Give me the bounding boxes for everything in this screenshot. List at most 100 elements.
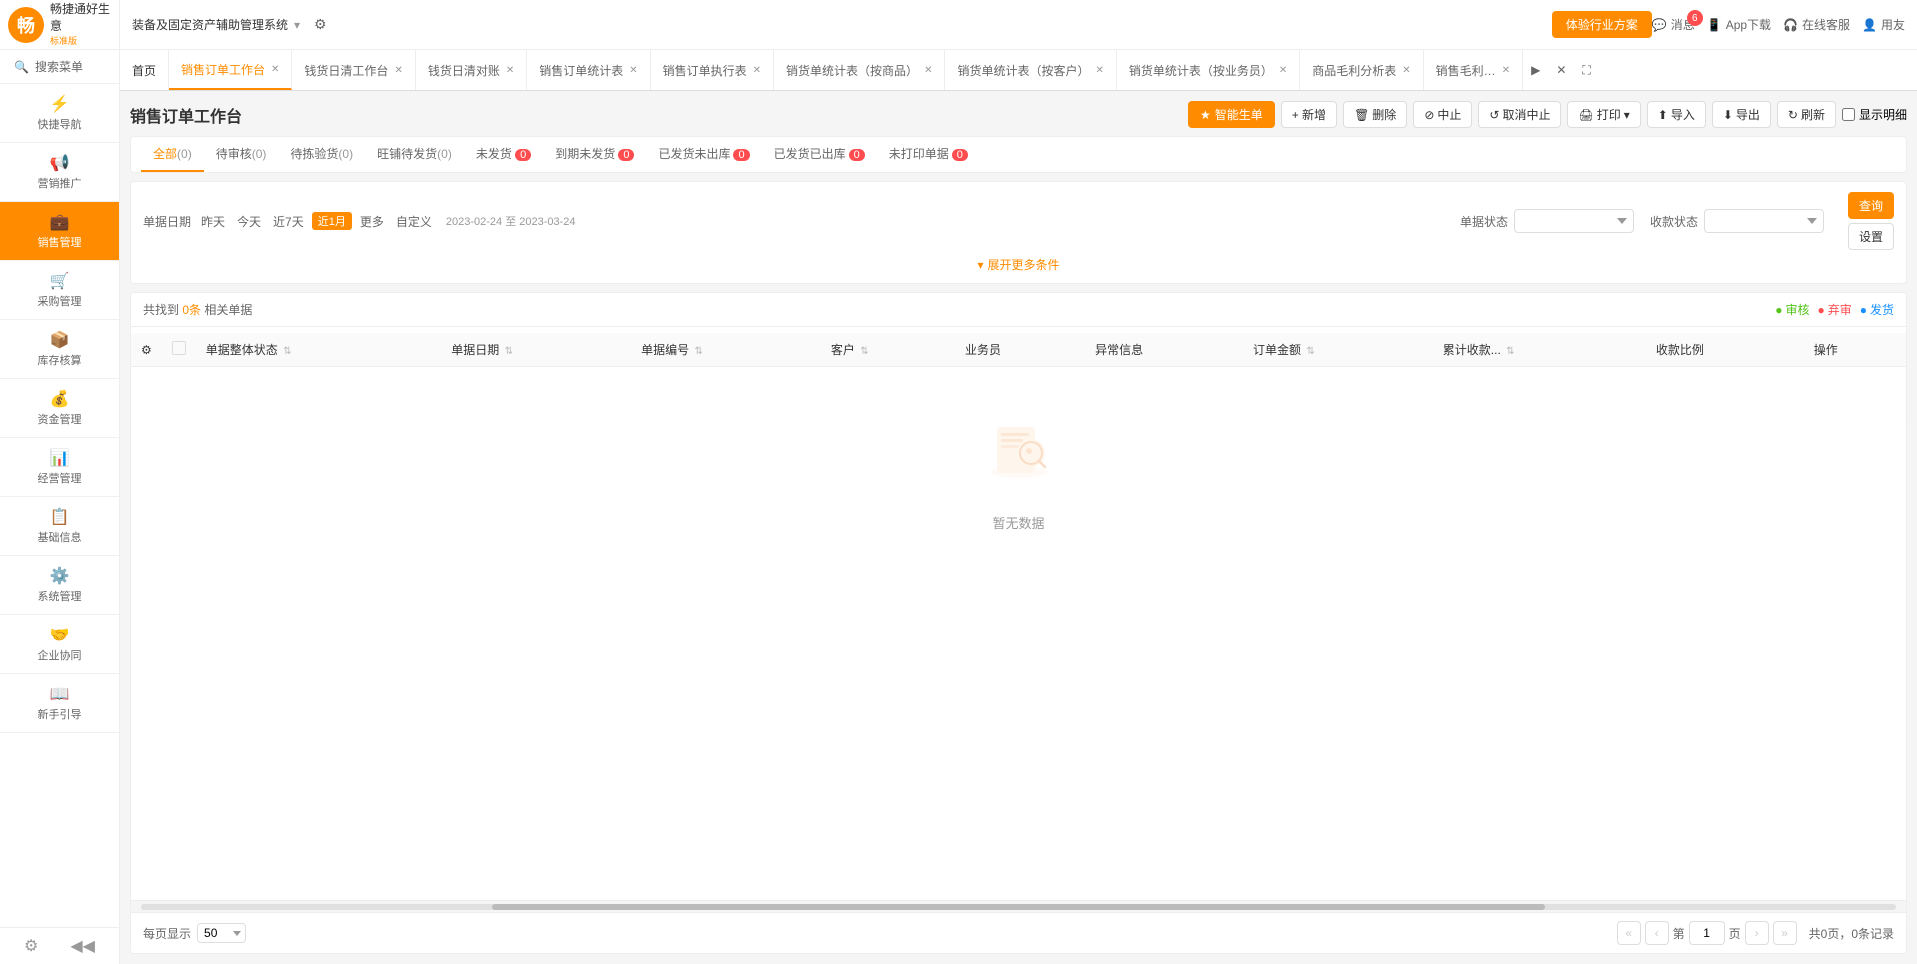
app-download-item[interactable]: 📱 App下载 — [1707, 16, 1771, 33]
show-detail-label[interactable]: 显示明细 — [1842, 106, 1907, 123]
tab-sales-staff-stats[interactable]: 销货单统计表（按业务员） ✕ — [1117, 50, 1300, 90]
batch-audit-button[interactable]: ● 审核 — [1775, 301, 1809, 318]
sub-tab-shipped-not-out[interactable]: 已发货未出库0 — [646, 137, 761, 172]
horizontal-scrollbar[interactable] — [130, 900, 1907, 912]
print-button[interactable]: 🖨 打印 ▾ — [1567, 101, 1640, 128]
select-all-checkbox[interactable] — [172, 341, 186, 355]
close-tab-icon[interactable]: ✕ — [271, 64, 279, 75]
yesterday-link[interactable]: 昨天 — [197, 211, 229, 232]
page-size-select[interactable]: 10 20 50 100 — [197, 923, 246, 943]
message-icon-item[interactable]: 💬 消息 6 — [1652, 16, 1695, 33]
sidebar-item-purchase[interactable]: 🛒 采购管理 — [0, 261, 119, 320]
custom-date-link[interactable]: 自定义 — [392, 211, 436, 232]
show-detail-checkbox[interactable] — [1842, 108, 1855, 121]
close-tab-icon[interactable]: ✕ — [629, 65, 637, 76]
tab-reconciliation[interactable]: 钱货日清对账 ✕ — [416, 50, 527, 90]
tab-sales-stats[interactable]: 销售订单统计表 ✕ — [527, 50, 650, 90]
expand-more-button[interactable]: ▾ 展开更多条件 — [143, 256, 1894, 273]
sidebar-item-guide[interactable]: 📖 新手引导 — [0, 674, 119, 733]
sub-tab-overdue-not-shipped[interactable]: 到期未发货0 — [543, 137, 646, 172]
sub-tab-shipped-out[interactable]: 已发货已出库0 — [762, 137, 877, 172]
batch-ship-button[interactable]: ● 发货 — [1860, 301, 1894, 318]
first-page-button[interactable]: « — [1617, 921, 1641, 945]
smart-generate-button[interactable]: ★ 智能生单 — [1188, 101, 1275, 128]
tab-home[interactable]: 首页 — [120, 50, 169, 90]
sidebar-item-marketing[interactable]: 📢 营销推广 — [0, 143, 119, 202]
tab-maximize-button[interactable]: ⛶ — [1574, 50, 1598, 90]
last-page-button[interactable]: » — [1773, 921, 1797, 945]
close-tab-icon[interactable]: ✕ — [753, 65, 761, 76]
close-tab-icon[interactable]: ✕ — [394, 65, 402, 76]
scrollbar-thumb[interactable] — [492, 904, 1545, 910]
more-date-link[interactable]: 更多 — [356, 211, 388, 232]
delete-button[interactable]: 🗑 删除 — [1343, 101, 1407, 128]
tab-sales-exec[interactable]: 销售订单执行表 ✕ — [651, 50, 774, 90]
batch-revoke-button[interactable]: ● 弃审 — [1817, 301, 1851, 318]
sort-number-icon[interactable]: ⇅ — [694, 346, 702, 357]
tab-goods-stats[interactable]: 销货单统计表（按商品） ✕ — [774, 50, 945, 90]
collapse-icon[interactable]: ◀◀ — [70, 936, 95, 956]
close-tab-icon[interactable]: ✕ — [506, 65, 514, 76]
close-tab-icon[interactable]: ✕ — [1402, 65, 1410, 76]
th-config[interactable]: ⚙ — [131, 333, 162, 367]
last7-link[interactable]: 近7天 — [269, 211, 308, 232]
sidebar-item-finance[interactable]: 💰 资金管理 — [0, 379, 119, 438]
badge-shipped-not-out: 0 — [733, 149, 749, 161]
sub-tab-pending-check[interactable]: 待拣验货(0) — [278, 137, 365, 172]
sidebar-item-operations[interactable]: 📊 经营管理 — [0, 438, 119, 497]
sidebar-item-quicknav[interactable]: ⚡ 快捷导航 — [0, 84, 119, 143]
status-select[interactable] — [1514, 209, 1634, 233]
sort-customer-icon[interactable]: ⇅ — [860, 346, 868, 357]
sidebar-item-enterprise[interactable]: 🤝 企业协同 — [0, 615, 119, 674]
add-button[interactable]: + 新增 — [1281, 101, 1337, 128]
set-button[interactable]: 设置 — [1848, 223, 1894, 250]
tab-margin-analysis[interactable]: 商品毛利分析表 ✕ — [1300, 50, 1423, 90]
tab-more-button[interactable]: ▶ — [1523, 50, 1548, 90]
tab-close-all-button[interactable]: ✕ — [1548, 50, 1574, 90]
sub-tab-all[interactable]: 全部(0) — [141, 137, 204, 172]
query-button[interactable]: 查询 — [1848, 192, 1894, 219]
prev-page-button[interactable]: ‹ — [1645, 921, 1669, 945]
sidebar-item-inventory[interactable]: 📦 库存核算 — [0, 320, 119, 379]
import-button[interactable]: ⬆ 导入 — [1647, 101, 1706, 128]
search-icon: 🔍 — [14, 60, 29, 74]
topbar-gear-icon[interactable]: ⚙ — [314, 16, 327, 33]
tab-customer-stats[interactable]: 销货单统计表（按客户） ✕ — [945, 50, 1116, 90]
tab-sales-order-workbench[interactable]: 销售订单工作台 ✕ — [169, 50, 292, 90]
sidebar-item-sales[interactable]: 💼 销售管理 — [0, 202, 119, 261]
next-page-button[interactable]: › — [1745, 921, 1769, 945]
tab-sales-margin[interactable]: 销售毛利… ✕ — [1424, 50, 1523, 90]
sub-tab-not-printed[interactable]: 未打印单据0 — [877, 137, 980, 172]
cancel-stop-button[interactable]: ↺ 取消中止 — [1478, 101, 1561, 128]
close-tab-icon[interactable]: ✕ — [1502, 65, 1510, 76]
sort-amount-icon[interactable]: ⇅ — [1306, 346, 1314, 357]
th-checkbox[interactable] — [162, 333, 196, 367]
settings-icon[interactable]: ⚙ — [24, 936, 38, 956]
industry-solution-button[interactable]: 体验行业方案 — [1552, 11, 1652, 38]
close-tab-icon[interactable]: ✕ — [1279, 65, 1287, 76]
sidebar-item-basic[interactable]: 📋 基础信息 — [0, 497, 119, 556]
sidebar-item-system[interactable]: ⚙️ 系统管理 — [0, 556, 119, 615]
payment-select[interactable] — [1704, 209, 1824, 233]
export-button[interactable]: ⬇ 导出 — [1712, 101, 1771, 128]
refresh-button[interactable]: ↻ 刷新 — [1777, 101, 1836, 128]
tab-daily-clear[interactable]: 钱货日清工作台 ✕ — [292, 50, 415, 90]
sub-tab-wangpu[interactable]: 旺铺待发货(0) — [365, 137, 464, 172]
sort-status-icon[interactable]: ⇅ — [283, 346, 291, 357]
close-tab-icon[interactable]: ✕ — [924, 65, 932, 76]
table-wrap: ⚙ 单据整体状态 ⇅ 单据日期 ⇅ 单据编号 — [131, 333, 1906, 900]
today-link[interactable]: 今天 — [233, 211, 265, 232]
sub-tab-not-shipped[interactable]: 未发货 0 — [464, 137, 543, 172]
page-input[interactable] — [1689, 921, 1725, 945]
user-avatar-item[interactable]: 👤 用友 — [1862, 16, 1905, 33]
stop-button[interactable]: ⊘ 中止 — [1413, 101, 1472, 128]
sort-date-icon[interactable]: ⇅ — [505, 346, 513, 357]
sub-tab-pending-review[interactable]: 待审核(0) — [204, 137, 279, 172]
online-service-item[interactable]: 🎧 在线客服 — [1783, 16, 1850, 33]
inventory-icon: 📦 — [50, 330, 70, 350]
last1m-link[interactable]: 近1月 — [312, 212, 352, 230]
sidebar-search[interactable]: 🔍 搜索菜单 — [0, 50, 119, 84]
sort-accumulated-icon[interactable]: ⇅ — [1506, 346, 1514, 357]
close-tab-icon[interactable]: ✕ — [1095, 65, 1103, 76]
th-action: 操作 — [1804, 333, 1906, 367]
